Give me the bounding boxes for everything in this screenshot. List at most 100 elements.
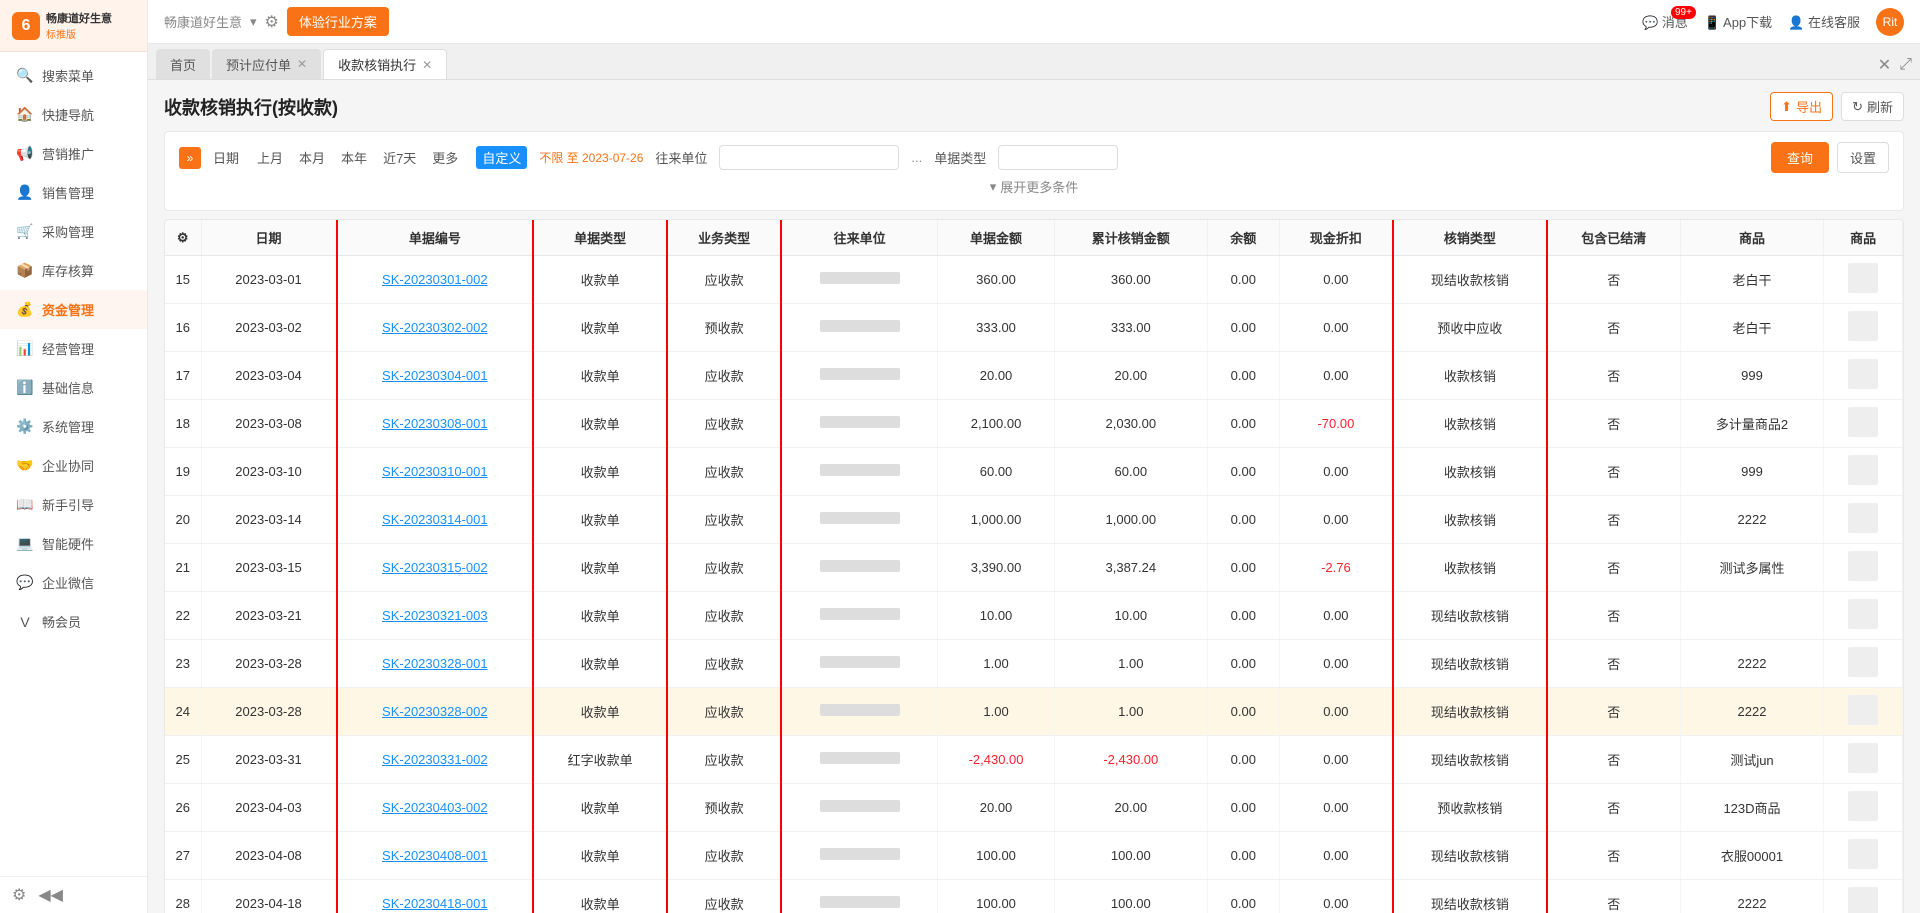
row-amount: 360.00 [938,256,1055,304]
doc-no-link[interactable]: SK-20230315-002 [382,560,488,575]
date-filter-label: 日期 [213,148,239,167]
row-date: 2023-03-28 [201,688,337,736]
sidebar-item-sales[interactable]: 👤销售管理 [0,173,147,212]
row-included: 否 [1547,736,1680,784]
col-settings[interactable]: ⚙ [165,220,201,256]
row-product2 [1824,352,1903,400]
sidebar-item-member[interactable]: V畅会员 [0,602,147,641]
filter-settings-button[interactable]: 设置 [1837,142,1889,173]
expand-more-row[interactable]: ▾ 展开更多条件 [179,173,1889,200]
export-icon: ⬆ [1781,99,1792,115]
table-row: 26 2023-04-03 SK-20230403-002 收款单 预收款 20… [165,784,1903,832]
row-no: 23 [165,640,201,688]
sidebar-label-inventory: 库存核算 [42,261,94,280]
solution-button[interactable]: 体验行业方案 [287,7,389,36]
sidebar-item-system[interactable]: ⚙️系统管理 [0,407,147,446]
sidebar-icon-wechat: 💬 [16,574,34,592]
row-doc-no: SK-20230418-001 [337,880,533,913]
row-doc-type: 收款单 [533,400,667,448]
maximize-icon[interactable]: ⤢ [1899,56,1912,74]
row-product2 [1824,544,1903,592]
sidebar-item-search[interactable]: 🔍搜索菜单 [0,56,147,95]
row-included: 否 [1547,256,1680,304]
collapse-icon[interactable]: ◀◀ [38,885,63,905]
row-write-off-type: 收款核销 [1393,544,1547,592]
date-btn-上月[interactable]: 上月 [251,146,289,169]
row-accumulated: 1.00 [1055,688,1208,736]
row-no: 27 [165,832,201,880]
user-avatar: Rit [1876,8,1904,36]
row-biz-type: 应收款 [667,448,781,496]
doc-no-link[interactable]: SK-20230328-001 [382,656,488,671]
sidebar-item-inventory[interactable]: 📦库存核算 [0,251,147,290]
row-partner [781,352,937,400]
row-discount: 0.00 [1280,352,1393,400]
row-product: 999 [1680,352,1824,400]
sidebar-item-guide[interactable]: 📖新手引导 [0,485,147,524]
row-included: 否 [1547,544,1680,592]
doc-no-link[interactable]: SK-20230301-002 [382,272,488,287]
settings-icon[interactable]: ⚙ [12,885,26,905]
export-button[interactable]: ⬆ 导出 [1770,92,1833,121]
row-doc-no: SK-20230314-001 [337,496,533,544]
row-no: 18 [165,400,201,448]
topbar-dropdown[interactable]: ▾ [250,14,257,30]
partner-filter-input[interactable] [719,145,899,170]
row-included: 否 [1547,400,1680,448]
row-date: 2023-03-14 [201,496,337,544]
row-included: 否 [1547,448,1680,496]
sidebar-label-hardware: 智能硬件 [42,534,94,553]
doc-no-link[interactable]: SK-20230331-002 [382,752,488,767]
notification-badge[interactable]: 💬 消息 99+ [1642,12,1688,31]
sidebar-item-operation[interactable]: 📊经营管理 [0,329,147,368]
close-tab-icon[interactable]: ✕ [1878,55,1891,75]
row-discount: 0.00 [1280,688,1393,736]
sidebar-item-finance[interactable]: 💰资金管理 [0,290,147,329]
app-download[interactable]: 📱 App下载 [1704,12,1772,31]
row-amount: 10.00 [938,592,1055,640]
doc-no-link[interactable]: SK-20230328-002 [382,704,488,719]
tab-pre-payment[interactable]: 预计应付单✕ [212,49,321,79]
table-row: 15 2023-03-01 SK-20230301-002 收款单 应收款 36… [165,256,1903,304]
doc-no-link[interactable]: SK-20230408-001 [382,848,488,863]
row-no: 21 [165,544,201,592]
row-product: 2222 [1680,688,1824,736]
tab-home[interactable]: 首页 [156,49,210,79]
date-btn-近7天[interactable]: 近7天 [377,146,422,169]
doc-no-link[interactable]: SK-20230308-001 [382,416,488,431]
sidebar-item-enterprise[interactable]: 🤝企业协同 [0,446,147,485]
sidebar-item-purchase[interactable]: 🛒采购管理 [0,212,147,251]
filter-ellipsis[interactable]: ... [911,150,922,165]
doc-no-link[interactable]: SK-20230321-003 [382,608,488,623]
tab-close-collection[interactable]: ✕ [422,58,432,72]
doc-type-select[interactable] [998,145,1118,170]
sidebar-item-wechat[interactable]: 💬企业微信 [0,563,147,602]
doc-no-link[interactable]: SK-20230304-001 [382,368,488,383]
row-discount: 0.00 [1280,448,1393,496]
sidebar-item-basic[interactable]: ℹ️基础信息 [0,368,147,407]
row-included: 否 [1547,880,1680,913]
table-body: 15 2023-03-01 SK-20230301-002 收款单 应收款 36… [165,256,1903,913]
custom-date-button[interactable]: 自定义 [476,146,527,169]
date-btn-本年[interactable]: 本年 [335,146,373,169]
online-support[interactable]: 👤 在线客服 [1788,12,1860,31]
date-btn-更多[interactable]: 更多 [426,146,464,169]
doc-no-link[interactable]: SK-20230310-001 [382,464,488,479]
refresh-button[interactable]: ↻ 刷新 [1841,92,1904,121]
page-actions: ⬆ 导出 ↻ 刷新 [1770,92,1904,121]
doc-no-link[interactable]: SK-20230403-002 [382,800,488,815]
row-doc-type: 收款单 [533,640,667,688]
sidebar-item-shortcut[interactable]: 🏠快捷导航 [0,95,147,134]
doc-no-link[interactable]: SK-20230418-001 [382,896,488,911]
doc-no-link[interactable]: SK-20230302-002 [382,320,488,335]
tab-collection[interactable]: 收款核销执行✕ [323,49,447,79]
date-btn-本月[interactable]: 本月 [293,146,331,169]
filter-collapse-icon[interactable]: » [179,147,201,169]
query-button[interactable]: 查询 [1771,142,1829,173]
row-biz-type: 应收款 [667,688,781,736]
sidebar-item-marketing[interactable]: 📢营销推广 [0,134,147,173]
tab-close-pre-payment[interactable]: ✕ [297,57,307,71]
sidebar-item-hardware[interactable]: 💻智能硬件 [0,524,147,563]
doc-no-link[interactable]: SK-20230314-001 [382,512,488,527]
gear-icon[interactable]: ⚙ [265,12,279,32]
